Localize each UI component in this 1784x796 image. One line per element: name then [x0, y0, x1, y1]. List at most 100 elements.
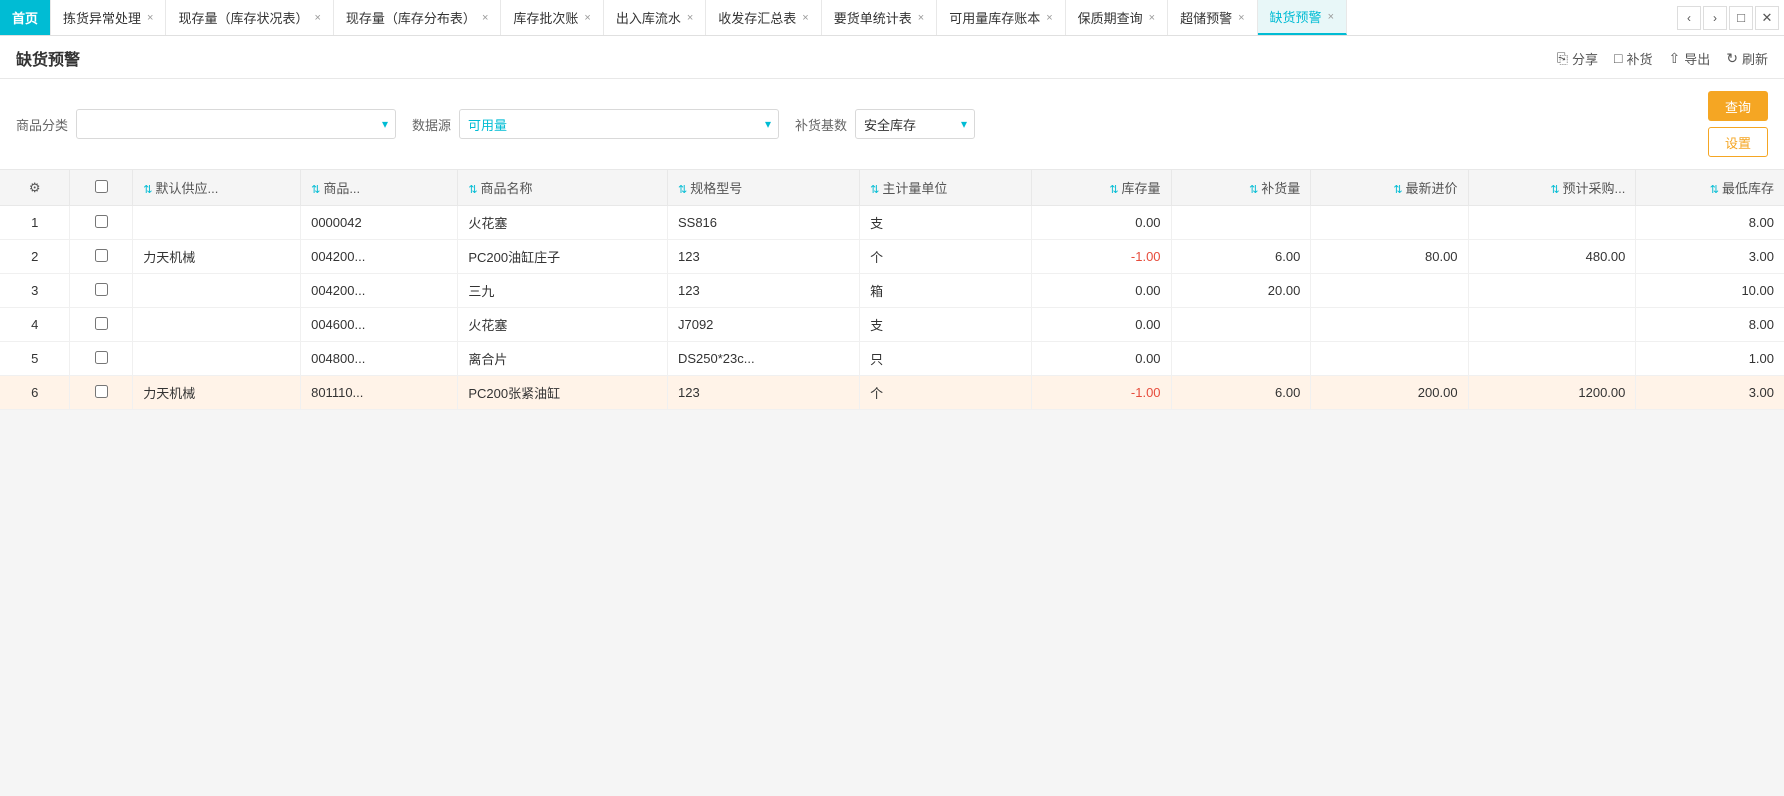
row-replenish-2: 20.00 [1171, 274, 1311, 308]
gear-icon[interactable]: ⚙ [29, 180, 41, 195]
row-replenish-4 [1171, 342, 1311, 376]
tab-item-shortage[interactable]: 缺货预警× [1258, 0, 1347, 35]
row-replenish-5: 6.00 [1171, 376, 1311, 410]
supplier-sort-icon: ⇅ [143, 184, 152, 196]
replenish-button[interactable]: □ 补货 [1614, 49, 1652, 68]
tab-bar: 首页拣货异常处理×现存量（库存状况表）×现存量（库存分布表）×库存批次账×出入库… [0, 0, 1784, 36]
row-check-1 [70, 240, 133, 274]
table-header-row: ⚙ ⇅默认供应... ⇅商品... ⇅商品名称 ⇅规格型号 [0, 170, 1784, 206]
row-supplier-5: 力天机械 [133, 376, 301, 410]
tab-item-inventory-dist[interactable]: 现存量（库存分布表）× [334, 0, 501, 35]
tab-close-inout-flow[interactable]: × [687, 12, 693, 24]
col-code-header: ⇅商品... [301, 170, 458, 206]
tab-close-available-ledger[interactable]: × [1046, 12, 1052, 24]
row-checkbox-5[interactable] [95, 385, 108, 398]
tab-close-inventory-status[interactable]: × [314, 12, 320, 24]
col-replenish-header: ⇅补货量 [1171, 170, 1311, 206]
row-check-2 [70, 274, 133, 308]
tab-restore[interactable]: □ [1729, 6, 1753, 30]
col-supplier-header: ⇅默认供应... [133, 170, 301, 206]
page-content: 缺货预警 ⎘ 分享 □ 补货 ⇧ 导出 ↻ 刷新 商品分类 [0, 36, 1784, 410]
row-unit-2: 箱 [860, 274, 1032, 308]
row-supplier-4 [133, 342, 301, 376]
row-code-0: 0000042 [301, 206, 458, 240]
tab-scroll-left[interactable]: ‹ [1677, 6, 1701, 30]
row-latestprice-1: 80.00 [1311, 240, 1468, 274]
row-checkbox-0[interactable] [95, 215, 108, 228]
row-supplier-2 [133, 274, 301, 308]
category-select[interactable] [76, 109, 396, 139]
share-label: 分享 [1572, 49, 1598, 68]
tab-close-batch[interactable]: × [584, 12, 590, 24]
row-unit-3: 支 [860, 308, 1032, 342]
category-filter-group: 商品分类 ▾ [16, 109, 396, 139]
tab-close-shortage[interactable]: × [1328, 11, 1334, 23]
refresh-button[interactable]: ↻ 刷新 [1726, 49, 1768, 68]
tab-item-batch[interactable]: 库存批次账× [501, 0, 603, 35]
name-sort-icon: ⇅ [468, 184, 477, 196]
price-sort-icon: ⇅ [1393, 184, 1402, 196]
row-name-0: 火花塞 [458, 206, 668, 240]
table-row: 2力天机械004200...PC200油缸庄子123个-1.006.0080.0… [0, 240, 1784, 274]
tab-item-demand-stats[interactable]: 要货单统计表× [822, 0, 937, 35]
row-code-3: 004600... [301, 308, 458, 342]
tab-close-overstock[interactable]: × [1238, 12, 1244, 24]
tab-item-receipt-summary[interactable]: 收发存汇总表× [706, 0, 821, 35]
datasource-select[interactable]: 可用量 [459, 109, 779, 139]
datasource-label: 数据源 [412, 115, 451, 134]
tab-label-inout-flow: 出入库流水 [616, 8, 681, 27]
col-price-header: ⇅最新进价 [1311, 170, 1468, 206]
stock-sort-icon: ⇅ [1109, 184, 1118, 196]
replenish-basis-value: 安全库存 [864, 115, 916, 134]
replenish-basis-label: 补货基数 [795, 115, 847, 134]
tab-close-demand-stats[interactable]: × [918, 12, 924, 24]
query-button[interactable]: 查询 [1708, 91, 1768, 121]
row-stock-1: -1.00 [1031, 240, 1171, 274]
share-button[interactable]: ⎘ 分享 [1557, 49, 1598, 68]
row-checkbox-4[interactable] [95, 351, 108, 364]
col-estpurchase-header: ⇅预计采购... [1468, 170, 1636, 206]
tab-close-expiry[interactable]: × [1149, 12, 1155, 24]
tab-label-inventory-status: 现存量（库存状况表） [178, 8, 308, 27]
col-unit-header: ⇅主计量单位 [860, 170, 1032, 206]
tab-item-inout-flow[interactable]: 出入库流水 × [604, 0, 706, 35]
tab-item-expiry[interactable]: 保质期查询× [1066, 0, 1168, 35]
category-select-wrap: ▾ [76, 109, 396, 139]
replenish-basis-select[interactable]: 安全库存 [855, 109, 975, 139]
tab-close-inventory-dist[interactable]: × [482, 12, 488, 24]
row-checkbox-1[interactable] [95, 249, 108, 262]
code-header-label: 商品... [323, 181, 360, 196]
tab-close-abnormal[interactable]: × [147, 12, 153, 24]
row-stock-3: 0.00 [1031, 308, 1171, 342]
tab-close-receipt-summary[interactable]: × [802, 12, 808, 24]
row-spec-3: J7092 [667, 308, 859, 342]
datasource-filter-group: 数据源 可用量 ▾ [412, 109, 779, 139]
unit-header-label: 主计量单位 [882, 181, 947, 196]
estpurchase-header-label: 预计采购... [1563, 181, 1626, 196]
replenish-sort-icon: ⇅ [1249, 184, 1258, 196]
row-checkbox-3[interactable] [95, 317, 108, 330]
tab-item-overstock[interactable]: 超储预警× [1168, 0, 1257, 35]
tab-label-home: 首页 [12, 8, 38, 27]
settings-button[interactable]: 设置 [1708, 127, 1768, 157]
replenish-label: 补货 [1626, 49, 1652, 68]
row-num-2: 3 [0, 274, 70, 308]
row-estpurchase-3 [1468, 308, 1636, 342]
share-icon: ⎘ [1557, 50, 1568, 67]
row-unit-4: 只 [860, 342, 1032, 376]
tab-item-abnormal[interactable]: 拣货异常处理× [51, 0, 166, 35]
table-body: 10000042火花塞SS816支0.008.002力天机械004200...P… [0, 206, 1784, 410]
select-all-checkbox[interactable] [95, 180, 108, 193]
datasource-value: 可用量 [468, 115, 507, 134]
tab-item-home[interactable]: 首页 [0, 0, 51, 35]
col-check-header [70, 170, 133, 206]
export-button[interactable]: ⇧ 导出 [1669, 49, 1711, 68]
tab-item-available-ledger[interactable]: 可用量库存账本× [937, 0, 1065, 35]
tab-scroll-right[interactable]: › [1703, 6, 1727, 30]
header-actions: ⎘ 分享 □ 补货 ⇧ 导出 ↻ 刷新 [1557, 49, 1768, 68]
tab-item-inventory-status[interactable]: 现存量（库存状况表） × [166, 0, 333, 35]
row-checkbox-2[interactable] [95, 283, 108, 296]
row-latestprice-5: 200.00 [1311, 376, 1468, 410]
row-estpurchase-0 [1468, 206, 1636, 240]
tab-close-all[interactable]: ✕ [1755, 6, 1779, 30]
